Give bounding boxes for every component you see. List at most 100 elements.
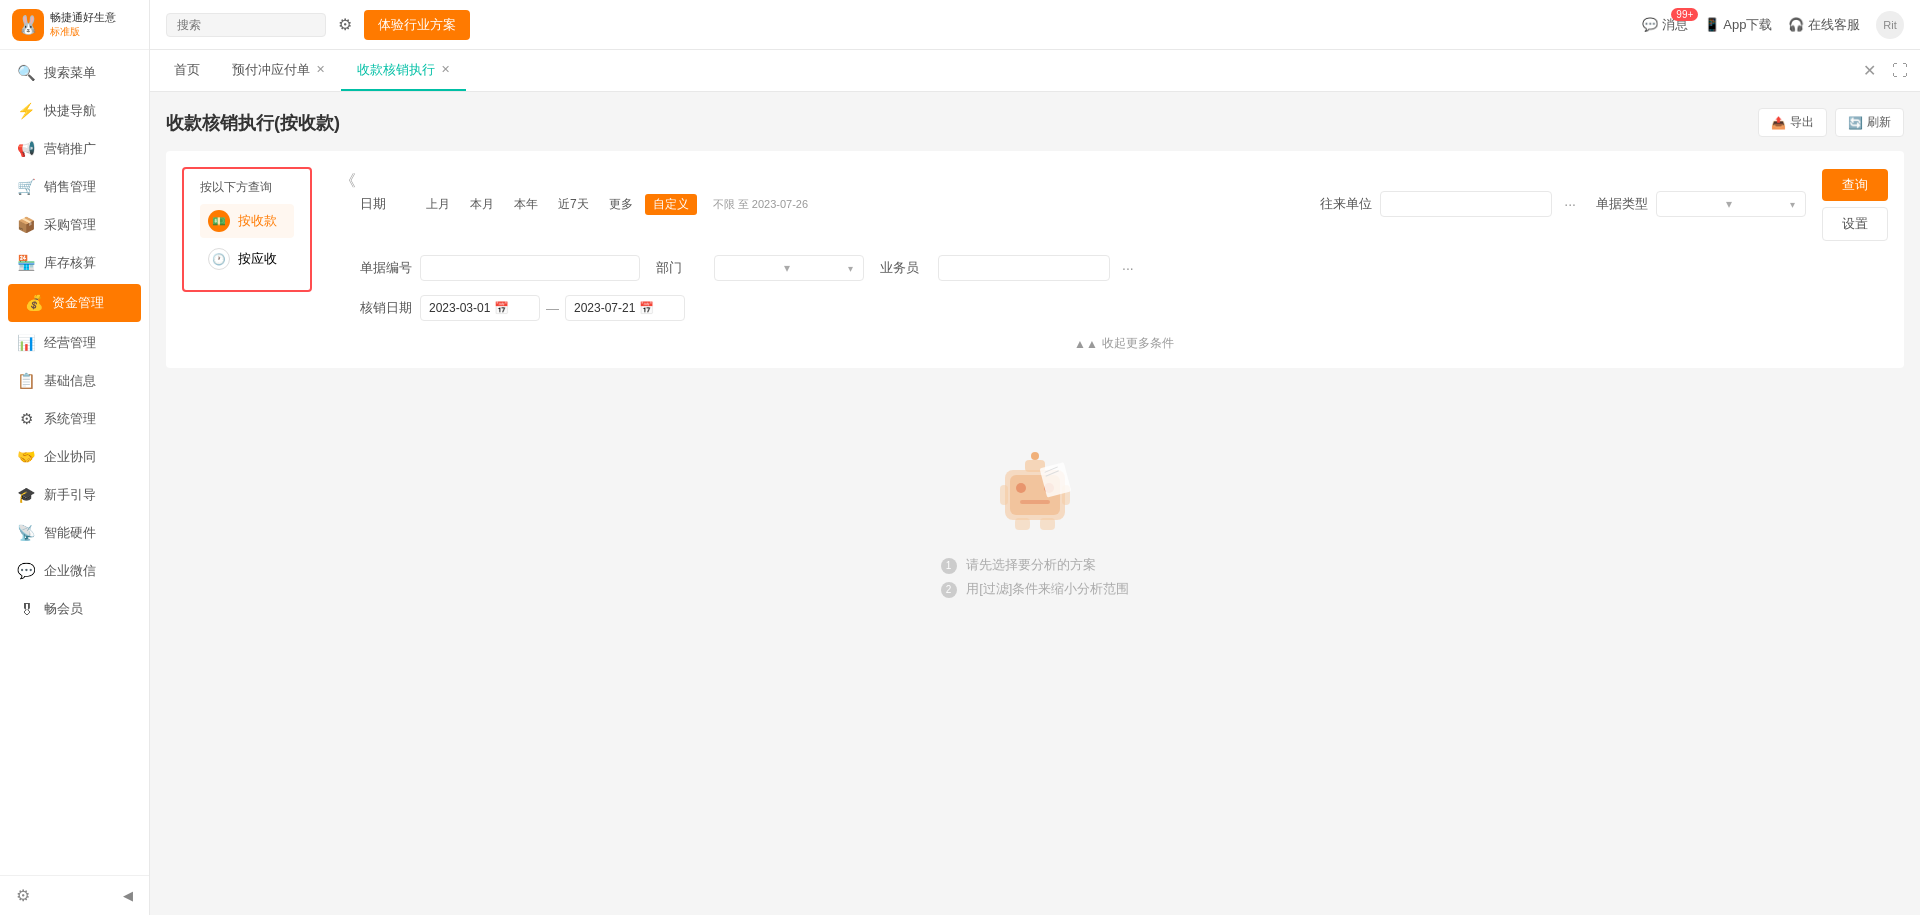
- sidebar-item-sales[interactable]: 🛒 销售管理: [0, 168, 149, 206]
- sales-icon: 🛒: [16, 178, 36, 196]
- salesman-label: 业务员: [880, 259, 930, 277]
- online-service-link[interactable]: 🎧 在线客服: [1788, 16, 1860, 34]
- collab-icon: 🤝: [16, 448, 36, 466]
- finance-icon: 💰: [24, 294, 44, 312]
- department-filter: 部门 ▾: [656, 255, 864, 281]
- tab-close-prepay[interactable]: ✕: [316, 63, 325, 76]
- sidebar-item-management[interactable]: 📊 经营管理: [0, 324, 149, 362]
- collapse-more-button[interactable]: ▲▲ 收起更多条件: [1074, 335, 1174, 352]
- sidebar-item-label: 资金管理: [52, 294, 104, 312]
- collapse-more-area: ▲▲ 收起更多条件: [360, 335, 1888, 352]
- sidebar-item-collab[interactable]: 🤝 企业协同: [0, 438, 149, 476]
- salesman-more-icon[interactable]: ···: [1118, 260, 1138, 276]
- query-type-by-receivable[interactable]: 🕐 按应收: [200, 242, 294, 276]
- sidebar-item-guide[interactable]: 🎓 新手引导: [0, 476, 149, 514]
- page-actions: 📤 导出 🔄 刷新: [1758, 108, 1904, 137]
- verify-date-start-value: 2023-03-01: [429, 301, 490, 315]
- tab-writeoff[interactable]: 收款核销执行 ✕: [341, 51, 466, 91]
- sidebar-bottom: ⚙ ◀: [0, 875, 149, 915]
- collapse-icon: ▲▲: [1074, 337, 1098, 351]
- main-area: ⚙ 体验行业方案 💬 消息 99+ 📱 App下载 🎧 在线客服 Rit: [150, 0, 1920, 915]
- avatar[interactable]: Rit: [1876, 11, 1904, 39]
- filter-panel: 按以下方查询 💵 按收款 🕐 按应收: [166, 151, 1904, 368]
- department-select[interactable]: ▾: [714, 255, 864, 281]
- bill-no-input[interactable]: [420, 255, 640, 281]
- empty-tips: 1 请先选择要分析的方案 2 用[过滤]条件来缩小分析范围: [941, 556, 1130, 604]
- app-download-link[interactable]: 📱 App下载: [1704, 16, 1772, 34]
- sidebar-item-finance[interactable]: 💰 资金管理: [8, 284, 141, 322]
- sidebar-item-label: 企业微信: [44, 562, 96, 580]
- date-tab-this-year[interactable]: 本年: [506, 194, 546, 215]
- marketing-icon: 📢: [16, 140, 36, 158]
- department-label: 部门: [656, 259, 706, 277]
- sidebar-item-hardware[interactable]: 📡 智能硬件: [0, 514, 149, 552]
- topbar-right: 💬 消息 99+ 📱 App下载 🎧 在线客服 Rit: [1642, 11, 1904, 39]
- search-menu-icon: 🔍: [16, 64, 36, 82]
- logo-area: 🐰 畅捷通好生意 标准版: [0, 0, 149, 50]
- basic-icon: 📋: [16, 372, 36, 390]
- date-tab-7days[interactable]: 近7天: [550, 194, 597, 215]
- verify-date-start-input[interactable]: 2023-03-01 📅: [420, 295, 540, 321]
- empty-state: 1 请先选择要分析的方案 2 用[过滤]条件来缩小分析范围: [166, 380, 1904, 664]
- filter-fields: 日期 上月 本月 本年 近7天 更多 自定义 不限 至 2023-07-26: [360, 167, 1888, 352]
- date-tab-last-month[interactable]: 上月: [418, 194, 458, 215]
- wechat-icon: 💬: [16, 562, 36, 580]
- topbar: ⚙ 体验行业方案 💬 消息 99+ 📱 App下载 🎧 在线客服 Rit: [150, 0, 1920, 50]
- solution-button[interactable]: 体验行业方案: [364, 10, 470, 40]
- counterparty-more-icon[interactable]: ···: [1560, 196, 1580, 212]
- query-button[interactable]: 查询: [1822, 169, 1888, 201]
- sidebar-item-marketing[interactable]: 📢 营销推广: [0, 130, 149, 168]
- sidebar-item-system[interactable]: ⚙ 系统管理: [0, 400, 149, 438]
- page-header: 收款核销执行(按收款) 📤 导出 🔄 刷新: [166, 108, 1904, 137]
- search-input[interactable]: [166, 13, 326, 37]
- gear-icon[interactable]: ⚙: [338, 15, 352, 34]
- salesman-input[interactable]: [938, 255, 1110, 281]
- sidebar-item-basic[interactable]: 📋 基础信息: [0, 362, 149, 400]
- tab-home[interactable]: 首页: [158, 51, 216, 91]
- export-button[interactable]: 📤 导出: [1758, 108, 1827, 137]
- svg-rect-7: [1000, 485, 1008, 505]
- query-type-by-receipt[interactable]: 💵 按收款: [200, 204, 294, 238]
- svg-rect-9: [1015, 518, 1030, 530]
- user-name: Rit: [1883, 19, 1896, 31]
- refresh-button[interactable]: 🔄 刷新: [1835, 108, 1904, 137]
- sidebar-item-wechat[interactable]: 💬 企业微信: [0, 552, 149, 590]
- system-icon: ⚙: [16, 410, 36, 428]
- verify-date-end-input[interactable]: 2023-07-21 📅: [565, 295, 685, 321]
- settings-button[interactable]: 设置: [1822, 207, 1888, 241]
- sidebar-item-search[interactable]: 🔍 搜索菜单: [0, 54, 149, 92]
- topbar-left: ⚙ 体验行业方案: [166, 10, 470, 40]
- service-icon: 🎧: [1788, 17, 1804, 32]
- tip-num-1: 1: [941, 558, 957, 574]
- tab-prepay[interactable]: 预付冲应付单 ✕: [216, 51, 341, 91]
- counterparty-input[interactable]: [1380, 191, 1552, 217]
- date-tab-more[interactable]: 更多: [601, 194, 641, 215]
- bill-type-select[interactable]: ▾: [1656, 191, 1806, 217]
- sidebar-item-quicknav[interactable]: ⚡ 快捷导航: [0, 92, 149, 130]
- date-tab-this-month[interactable]: 本月: [462, 194, 502, 215]
- tab-close-writeoff[interactable]: ✕: [441, 63, 450, 76]
- message-area[interactable]: 💬 消息 99+: [1642, 16, 1688, 34]
- sidebar-item-label: 搜索菜单: [44, 64, 96, 82]
- sidebar-collapse-btn[interactable]: ◀: [123, 888, 133, 903]
- tab-expand-button[interactable]: ⛶: [1888, 57, 1912, 84]
- tab-close-button[interactable]: ✕: [1859, 57, 1880, 84]
- tip-num-2: 2: [941, 582, 957, 598]
- sidebar-item-label: 企业协同: [44, 448, 96, 466]
- verify-date-end-value: 2023-07-21: [574, 301, 635, 315]
- sidebar-item-inventory[interactable]: 🏪 库存核算: [0, 244, 149, 282]
- sidebar-item-label: 快捷导航: [44, 102, 96, 120]
- calendar-end-icon[interactable]: 📅: [639, 301, 654, 315]
- date-tab-custom[interactable]: 自定义: [645, 194, 697, 215]
- date-filter: 日期 上月 本月 本年 近7天 更多 自定义: [360, 194, 697, 215]
- collapse-left-btn[interactable]: 《: [336, 167, 360, 196]
- page: 收款核销执行(按收款) 📤 导出 🔄 刷新 按以: [150, 92, 1920, 915]
- svg-point-6: [1031, 452, 1039, 460]
- sidebar-item-label: 销售管理: [44, 178, 96, 196]
- message-icon: 💬: [1642, 17, 1658, 32]
- member-icon: 🎖: [16, 601, 36, 618]
- sidebar-item-purchase[interactable]: 📦 采购管理: [0, 206, 149, 244]
- calendar-start-icon[interactable]: 📅: [494, 301, 509, 315]
- sidebar-item-member[interactable]: 🎖 畅会员: [0, 590, 149, 628]
- sidebar-settings-icon[interactable]: ⚙: [16, 886, 30, 905]
